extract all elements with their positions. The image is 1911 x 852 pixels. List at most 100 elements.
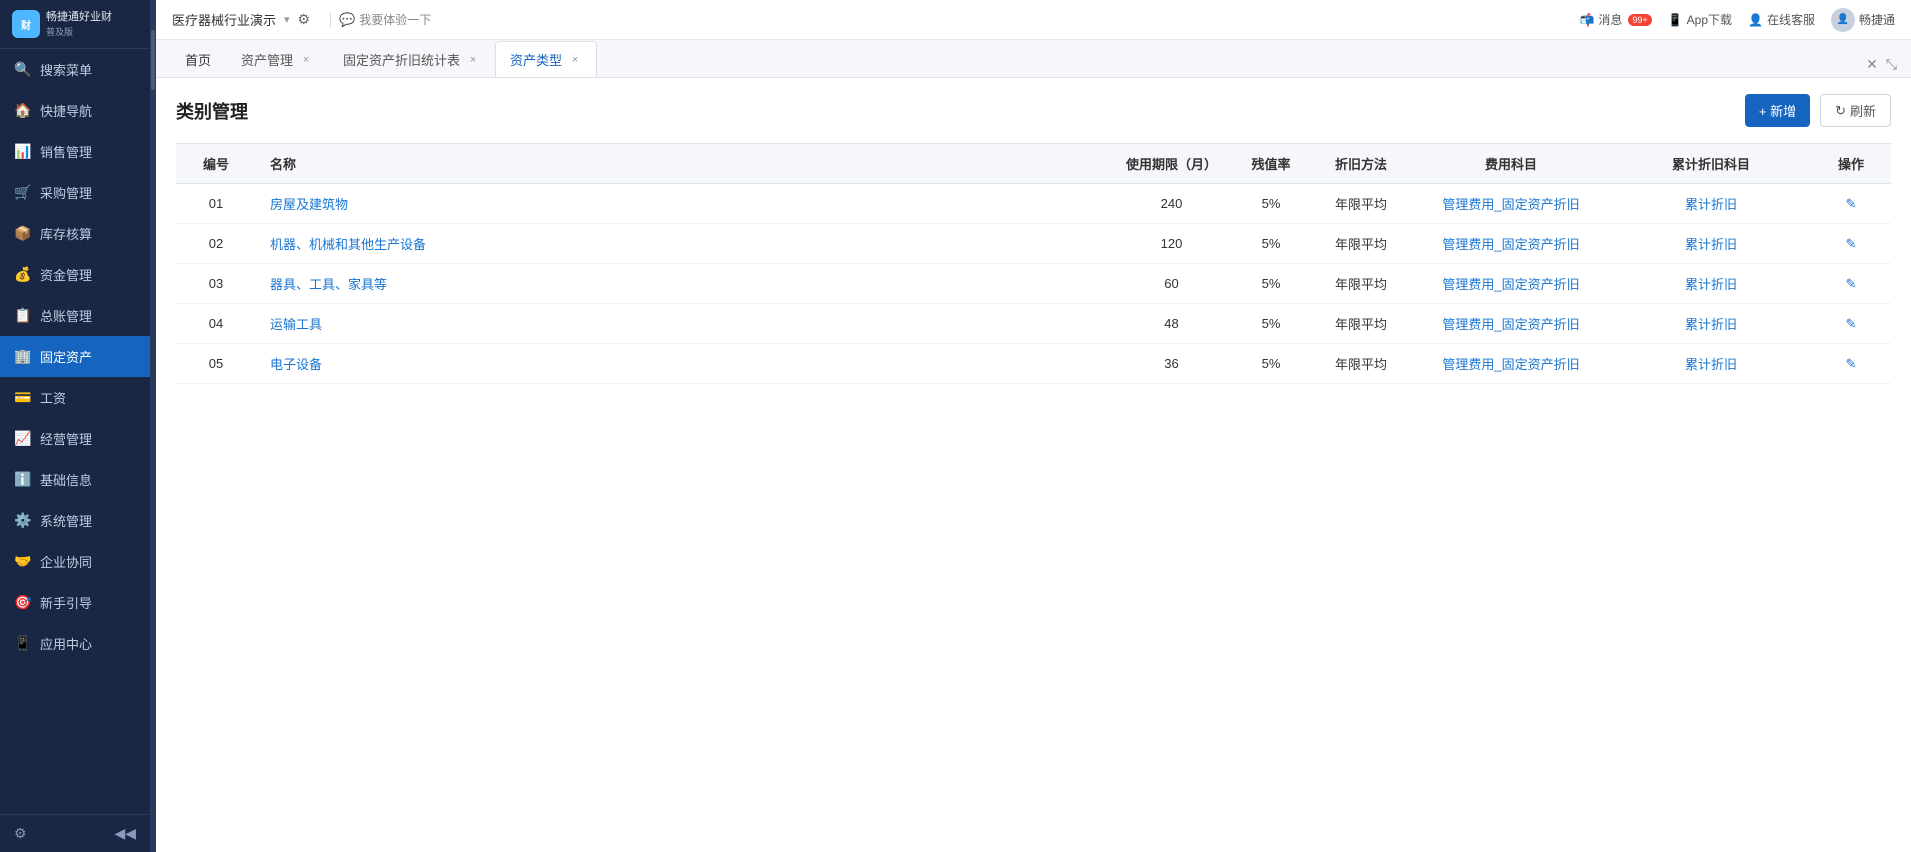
name-link[interactable]: 电子设备 bbox=[270, 357, 322, 372]
name-link[interactable]: 机器、机械和其他生产设备 bbox=[270, 237, 426, 252]
col-header-period: 使用期限（月） bbox=[1112, 144, 1231, 184]
tip-icon: 💬 bbox=[339, 12, 355, 28]
edit-icon[interactable]: ✎ bbox=[1846, 316, 1857, 331]
refresh-button[interactable]: ↻ 刷新 bbox=[1820, 94, 1891, 127]
tab-home[interactable]: 首页 bbox=[170, 41, 226, 77]
tab-asset-mgmt-close[interactable]: × bbox=[299, 53, 313, 67]
sidebar-item-quick-nav[interactable]: 🏠 快捷导航 bbox=[0, 90, 150, 131]
accum-link[interactable]: 累计折旧 bbox=[1685, 317, 1737, 332]
sidebar-item-enterprise[interactable]: 🤝 企业协同 bbox=[0, 541, 150, 582]
cell-expense: 管理费用_固定资产折旧 bbox=[1411, 184, 1611, 224]
sidebar: 财 畅捷通好业财 普及版 🔍 搜索菜单 🏠 快捷导航 📊 销售管理 🛒 采购管理… bbox=[0, 0, 150, 852]
cell-method: 年限平均 bbox=[1311, 304, 1411, 344]
expense-link[interactable]: 管理费用_固定资产折旧 bbox=[1442, 357, 1579, 372]
sidebar-item-app-center[interactable]: 📱 应用中心 bbox=[0, 623, 150, 664]
col-header-residual: 残值率 bbox=[1231, 144, 1311, 184]
messages-button[interactable]: 📬 消息 99+ bbox=[1579, 11, 1651, 28]
sidebar-item-salary[interactable]: 💳 工资 bbox=[0, 377, 150, 418]
inventory-icon: 📦 bbox=[14, 225, 32, 242]
page-title: 类别管理 bbox=[176, 98, 248, 124]
sidebar-item-label: 资金管理 bbox=[40, 265, 92, 284]
accum-link[interactable]: 累计折旧 bbox=[1685, 357, 1737, 372]
sidebar-item-guide[interactable]: 🎯 新手引导 bbox=[0, 582, 150, 623]
edit-icon[interactable]: ✎ bbox=[1846, 276, 1857, 291]
sidebar-item-sales[interactable]: 📊 销售管理 bbox=[0, 131, 150, 172]
app-download-icon: 📱 bbox=[1668, 13, 1683, 27]
cell-residual: 5% bbox=[1231, 184, 1311, 224]
cell-residual: 5% bbox=[1231, 304, 1311, 344]
expense-link[interactable]: 管理费用_固定资产折旧 bbox=[1442, 317, 1579, 332]
sidebar-bottom: ⚙ ◀◀ bbox=[0, 814, 150, 852]
app-download-button[interactable]: 📱 App下载 bbox=[1668, 11, 1732, 28]
expense-link[interactable]: 管理费用_固定资产折旧 bbox=[1442, 197, 1579, 212]
cell-num: 02 bbox=[176, 224, 256, 264]
system-icon: ⚙️ bbox=[14, 512, 32, 529]
sidebar-item-label: 新手引导 bbox=[40, 593, 92, 612]
cell-num: 05 bbox=[176, 344, 256, 384]
sidebar-item-operations[interactable]: 📈 经营管理 bbox=[0, 418, 150, 459]
col-header-name: 名称 bbox=[256, 144, 1112, 184]
app-download-label: App下载 bbox=[1687, 11, 1732, 28]
name-link[interactable]: 房屋及建筑物 bbox=[270, 197, 348, 212]
sidebar-item-basic-info[interactable]: ℹ️ 基础信息 bbox=[0, 459, 150, 500]
tip-button[interactable]: 💬 我要体验一下 bbox=[339, 11, 431, 28]
tab-depreciation-close[interactable]: × bbox=[466, 53, 480, 67]
fixed-asset-icon: 🏢 bbox=[14, 348, 32, 365]
sidebar-item-label: 快捷导航 bbox=[40, 101, 92, 120]
accum-link[interactable]: 累计折旧 bbox=[1685, 277, 1737, 292]
guide-icon: 🎯 bbox=[14, 594, 32, 611]
table-body: 01 房屋及建筑物 240 5% 年限平均 管理费用_固定资产折旧 累计折旧 ✎… bbox=[176, 184, 1891, 384]
cell-accum: 累计折旧 bbox=[1611, 344, 1811, 384]
close-window-icon[interactable]: ✕ bbox=[1866, 56, 1878, 73]
cell-method: 年限平均 bbox=[1311, 184, 1411, 224]
name-link[interactable]: 器具、工具、家具等 bbox=[270, 277, 387, 292]
module-dropdown-icon[interactable]: ▾ bbox=[284, 13, 290, 26]
expense-link[interactable]: 管理费用_固定资产折旧 bbox=[1442, 277, 1579, 292]
edit-icon[interactable]: ✎ bbox=[1846, 356, 1857, 371]
cell-expense: 管理费用_固定资产折旧 bbox=[1411, 224, 1611, 264]
cell-period: 36 bbox=[1112, 344, 1231, 384]
tab-asset-type-close[interactable]: × bbox=[568, 53, 582, 67]
topbar-left: 医疗器械行业演示 ▾ ⚙ 💬 我要体验一下 bbox=[172, 10, 431, 29]
name-link[interactable]: 运输工具 bbox=[270, 317, 322, 332]
sidebar-logo: 财 畅捷通好业财 普及版 bbox=[0, 0, 150, 49]
accum-link[interactable]: 累计折旧 bbox=[1685, 237, 1737, 252]
sidebar-item-search[interactable]: 🔍 搜索菜单 bbox=[0, 49, 150, 90]
tab-asset-type[interactable]: 资产类型 × bbox=[495, 41, 597, 77]
sidebar-item-inventory[interactable]: 📦 库存核算 bbox=[0, 213, 150, 254]
edit-icon[interactable]: ✎ bbox=[1846, 196, 1857, 211]
table-row: 05 电子设备 36 5% 年限平均 管理费用_固定资产折旧 累计折旧 ✎ bbox=[176, 344, 1891, 384]
tab-asset-mgmt-label: 资产管理 bbox=[241, 50, 293, 69]
tab-window-controls: ✕ ⤡ bbox=[1866, 56, 1897, 77]
settings-icon[interactable]: ⚙ bbox=[14, 825, 27, 842]
online-service-button[interactable]: 👤 在线客服 bbox=[1748, 11, 1815, 28]
accum-link[interactable]: 累计折旧 bbox=[1685, 197, 1737, 212]
page-actions: + 新增 ↻ 刷新 bbox=[1745, 94, 1891, 127]
sidebar-item-fixed-asset[interactable]: 🏢 固定资产 bbox=[0, 336, 150, 377]
refresh-label: 刷新 bbox=[1850, 101, 1876, 120]
sidebar-item-purchase[interactable]: 🛒 采购管理 bbox=[0, 172, 150, 213]
user-avatar-button[interactable]: 👤 畅捷通 bbox=[1831, 8, 1895, 32]
col-header-num: 编号 bbox=[176, 144, 256, 184]
sidebar-item-label: 固定资产 bbox=[40, 347, 92, 366]
sidebar-item-system[interactable]: ⚙️ 系统管理 bbox=[0, 500, 150, 541]
cell-name: 电子设备 bbox=[256, 344, 1112, 384]
cell-num: 04 bbox=[176, 304, 256, 344]
maximize-window-icon[interactable]: ⤡ bbox=[1886, 56, 1897, 73]
sidebar-item-ledger[interactable]: 📋 总账管理 bbox=[0, 295, 150, 336]
tab-depreciation-stat[interactable]: 固定资产折旧统计表 × bbox=[328, 41, 495, 77]
expense-link[interactable]: 管理费用_固定资产折旧 bbox=[1442, 237, 1579, 252]
collapse-icon[interactable]: ◀◀ bbox=[114, 825, 136, 842]
basic-info-icon: ℹ️ bbox=[14, 471, 32, 488]
sidebar-item-label: 系统管理 bbox=[40, 511, 92, 530]
new-button[interactable]: + 新增 bbox=[1745, 94, 1810, 127]
tab-asset-mgmt[interactable]: 资产管理 × bbox=[226, 41, 328, 77]
cell-accum: 累计折旧 bbox=[1611, 304, 1811, 344]
edit-icon[interactable]: ✎ bbox=[1846, 236, 1857, 251]
cell-num: 03 bbox=[176, 264, 256, 304]
module-settings-icon[interactable]: ⚙ bbox=[298, 11, 311, 28]
sidebar-item-capital[interactable]: 💰 资金管理 bbox=[0, 254, 150, 295]
cell-expense: 管理费用_固定资产折旧 bbox=[1411, 304, 1611, 344]
search-icon: 🔍 bbox=[14, 61, 32, 78]
cell-period: 120 bbox=[1112, 224, 1231, 264]
